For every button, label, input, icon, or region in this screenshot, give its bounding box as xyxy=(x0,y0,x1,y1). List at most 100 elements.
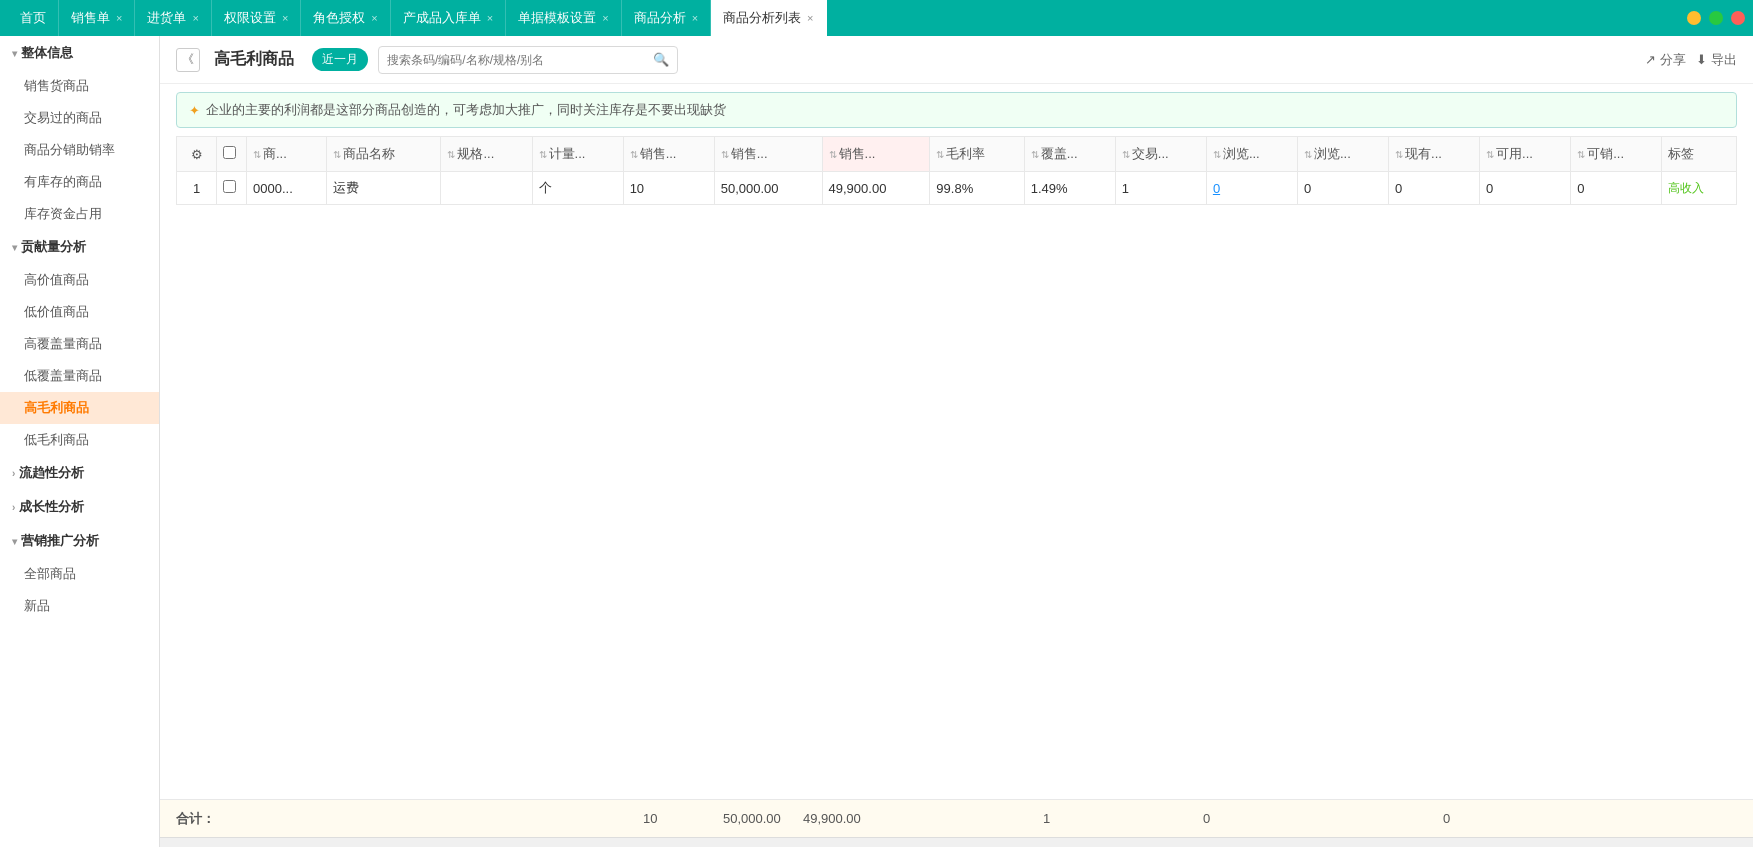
sidebar-group-marketing[interactable]: ▾ 营销推广分析 xyxy=(0,524,159,558)
sidebar-group-marketing-label: 营销推广分析 xyxy=(21,532,99,550)
select-all-checkbox[interactable] xyxy=(223,146,236,159)
nav-tab-product-entry[interactable]: 产成品入库单 × xyxy=(391,0,506,36)
search-icon[interactable]: 🔍 xyxy=(653,52,669,67)
sidebar-group-trend[interactable]: › 流趋性分析 xyxy=(0,456,159,490)
table-row: 1 0000... 运费 个 10 50,000.00 49,900.00 99… xyxy=(177,172,1737,205)
th-sales1[interactable]: ⇅销售... xyxy=(623,137,714,172)
nav-tab-roles-label: 角色授权 xyxy=(313,9,365,27)
th-code[interactable]: ⇅商... xyxy=(247,137,327,172)
minimize-button[interactable] xyxy=(1687,11,1701,25)
th-spec[interactable]: ⇅规格... xyxy=(441,137,532,172)
arrow-icon-growth: › xyxy=(12,502,15,513)
nav-tab-analysis-list-close[interactable]: × xyxy=(807,12,813,24)
share-button[interactable]: ↗ 分享 xyxy=(1645,51,1686,69)
cell-stock1: 0 xyxy=(1389,172,1480,205)
search-input[interactable] xyxy=(387,53,653,67)
info-banner-text: 企业的主要的利润都是这部分商品创造的，可考虑加大推广，同时关注库存是不要出现缺货 xyxy=(206,101,726,119)
sidebar-group-overall[interactable]: ▾ 整体信息 xyxy=(0,36,159,70)
sidebar-item-low-coverage[interactable]: 低覆盖量商品 xyxy=(0,360,159,392)
content-header: 《 高毛利商品 近一月 🔍 ↗ 分享 ⬇ 导出 xyxy=(160,36,1753,84)
th-browse2[interactable]: ⇅浏览... xyxy=(1297,137,1388,172)
nav-tab-home[interactable]: 首页 xyxy=(8,0,59,36)
th-unit[interactable]: ⇅计量... xyxy=(532,137,623,172)
sidebar-item-traded-goods[interactable]: 交易过的商品 xyxy=(0,102,159,134)
export-button[interactable]: ⬇ 导出 xyxy=(1696,51,1737,69)
maximize-button[interactable] xyxy=(1709,11,1723,25)
info-banner: ✦ 企业的主要的利润都是这部分商品创造的，可考虑加大推广，同时关注库存是不要出现… xyxy=(176,92,1737,128)
collapse-sidebar-button[interactable]: 《 xyxy=(176,48,200,72)
sidebar-group-overall-label: 整体信息 xyxy=(21,44,73,62)
cell-deals: 1 xyxy=(1115,172,1206,205)
window-controls xyxy=(1687,11,1745,25)
cell-spec xyxy=(441,172,532,205)
cell-stock3: 0 xyxy=(1571,172,1662,205)
nav-tab-purchase-close[interactable]: × xyxy=(192,12,198,24)
close-button[interactable] xyxy=(1731,11,1745,25)
nav-tab-roles[interactable]: 角色授权 × xyxy=(301,0,390,36)
filter-recent-month-button[interactable]: 近一月 xyxy=(312,48,368,71)
nav-tab-analysis-close[interactable]: × xyxy=(692,12,698,24)
cell-sales2: 50,000.00 xyxy=(714,172,822,205)
search-box[interactable]: 🔍 xyxy=(378,46,678,74)
sidebar-item-sales-goods[interactable]: 销售货商品 xyxy=(0,70,159,102)
sidebar-item-high-value[interactable]: 高价值商品 xyxy=(0,264,159,296)
footer-sales3: 49,900.00 xyxy=(795,811,875,826)
th-tag[interactable]: 标签 xyxy=(1662,137,1737,172)
nav-tab-analysis-list-label: 商品分析列表 xyxy=(723,9,801,27)
sidebar-group-contribution[interactable]: ▾ 贡献量分析 xyxy=(0,230,159,264)
nav-tab-analysis-list[interactable]: 商品分析列表 × xyxy=(711,0,826,36)
nav-tab-roles-close[interactable]: × xyxy=(371,12,377,24)
nav-tab-permissions[interactable]: 权限设置 × xyxy=(212,0,301,36)
sidebar-item-distribution-rate[interactable]: 商品分销助销率 xyxy=(0,134,159,166)
table-header-row: ⚙ ⇅商... ⇅商品名称 ⇅规格... ⇅计量... ⇅销售... ⇅销售..… xyxy=(177,137,1737,172)
th-name[interactable]: ⇅商品名称 xyxy=(327,137,441,172)
nav-tab-analysis[interactable]: 商品分析 × xyxy=(622,0,711,36)
nav-tab-template-close[interactable]: × xyxy=(602,12,608,24)
nav-tab-product-entry-close[interactable]: × xyxy=(487,12,493,24)
info-icon: ✦ xyxy=(189,103,200,118)
nav-tab-sales-close[interactable]: × xyxy=(116,12,122,24)
sidebar-item-new-goods[interactable]: 新品 xyxy=(0,590,159,622)
th-checkbox[interactable] xyxy=(217,137,247,172)
sidebar-item-low-value[interactable]: 低价值商品 xyxy=(0,296,159,328)
page-title: 高毛利商品 xyxy=(214,49,294,70)
header-actions: ↗ 分享 ⬇ 导出 xyxy=(1645,51,1737,69)
sidebar-item-stock-capital[interactable]: 库存资金占用 xyxy=(0,198,159,230)
nav-tab-permissions-close[interactable]: × xyxy=(282,12,288,24)
th-browse1[interactable]: ⇅浏览... xyxy=(1206,137,1297,172)
table-footer: 合计： 10 50,000.00 49,900.00 1 0 0 xyxy=(160,799,1753,837)
footer-sales1: 10 xyxy=(635,811,715,826)
th-settings[interactable]: ⚙ xyxy=(177,137,217,172)
nav-tab-purchase[interactable]: 进货单 × xyxy=(135,0,211,36)
nav-tab-sales[interactable]: 销售单 × xyxy=(59,0,135,36)
th-stock3[interactable]: ⇅可销... xyxy=(1571,137,1662,172)
table-body: 1 0000... 运费 个 10 50,000.00 49,900.00 99… xyxy=(177,172,1737,205)
footer-deals: 1 xyxy=(1035,811,1115,826)
nav-tab-template[interactable]: 单据模板设置 × xyxy=(506,0,621,36)
cell-browse1[interactable]: 0 xyxy=(1206,172,1297,205)
sidebar-item-in-stock[interactable]: 有库存的商品 xyxy=(0,166,159,198)
th-deals[interactable]: ⇅交易... xyxy=(1115,137,1206,172)
cell-stock2: 0 xyxy=(1480,172,1571,205)
th-profit-rate[interactable]: ⇅毛利率 xyxy=(930,137,1024,172)
th-stock1[interactable]: ⇅现有... xyxy=(1389,137,1480,172)
th-sales2[interactable]: ⇅销售... xyxy=(714,137,822,172)
th-coverage[interactable]: ⇅覆盖... xyxy=(1024,137,1115,172)
cell-unit: 个 xyxy=(532,172,623,205)
main-layout: ▾ 整体信息 销售货商品 交易过的商品 商品分销助销率 有库存的商品 库存资金占… xyxy=(0,36,1753,847)
nav-tab-home-label: 首页 xyxy=(20,9,46,27)
cell-coverage: 1.49% xyxy=(1024,172,1115,205)
th-stock2[interactable]: ⇅可用... xyxy=(1480,137,1571,172)
sidebar-item-high-margin[interactable]: 高毛利商品 xyxy=(0,392,159,424)
arrow-icon-overall: ▾ xyxy=(12,48,17,59)
sidebar-group-growth[interactable]: › 成长性分析 xyxy=(0,490,159,524)
cell-checkbox[interactable] xyxy=(217,172,247,205)
th-sales3[interactable]: ⇅销售... xyxy=(822,137,930,172)
sidebar-item-high-coverage[interactable]: 高覆盖量商品 xyxy=(0,328,159,360)
horizontal-scrollbar[interactable] xyxy=(160,837,1753,847)
sidebar-item-low-margin[interactable]: 低毛利商品 xyxy=(0,424,159,456)
cell-tag: 高收入 xyxy=(1662,172,1737,205)
top-nav: 首页 销售单 × 进货单 × 权限设置 × 角色授权 × 产成品入库单 × 单据… xyxy=(0,0,1753,36)
nav-tab-sales-label: 销售单 xyxy=(71,9,110,27)
sidebar-item-all-goods[interactable]: 全部商品 xyxy=(0,558,159,590)
